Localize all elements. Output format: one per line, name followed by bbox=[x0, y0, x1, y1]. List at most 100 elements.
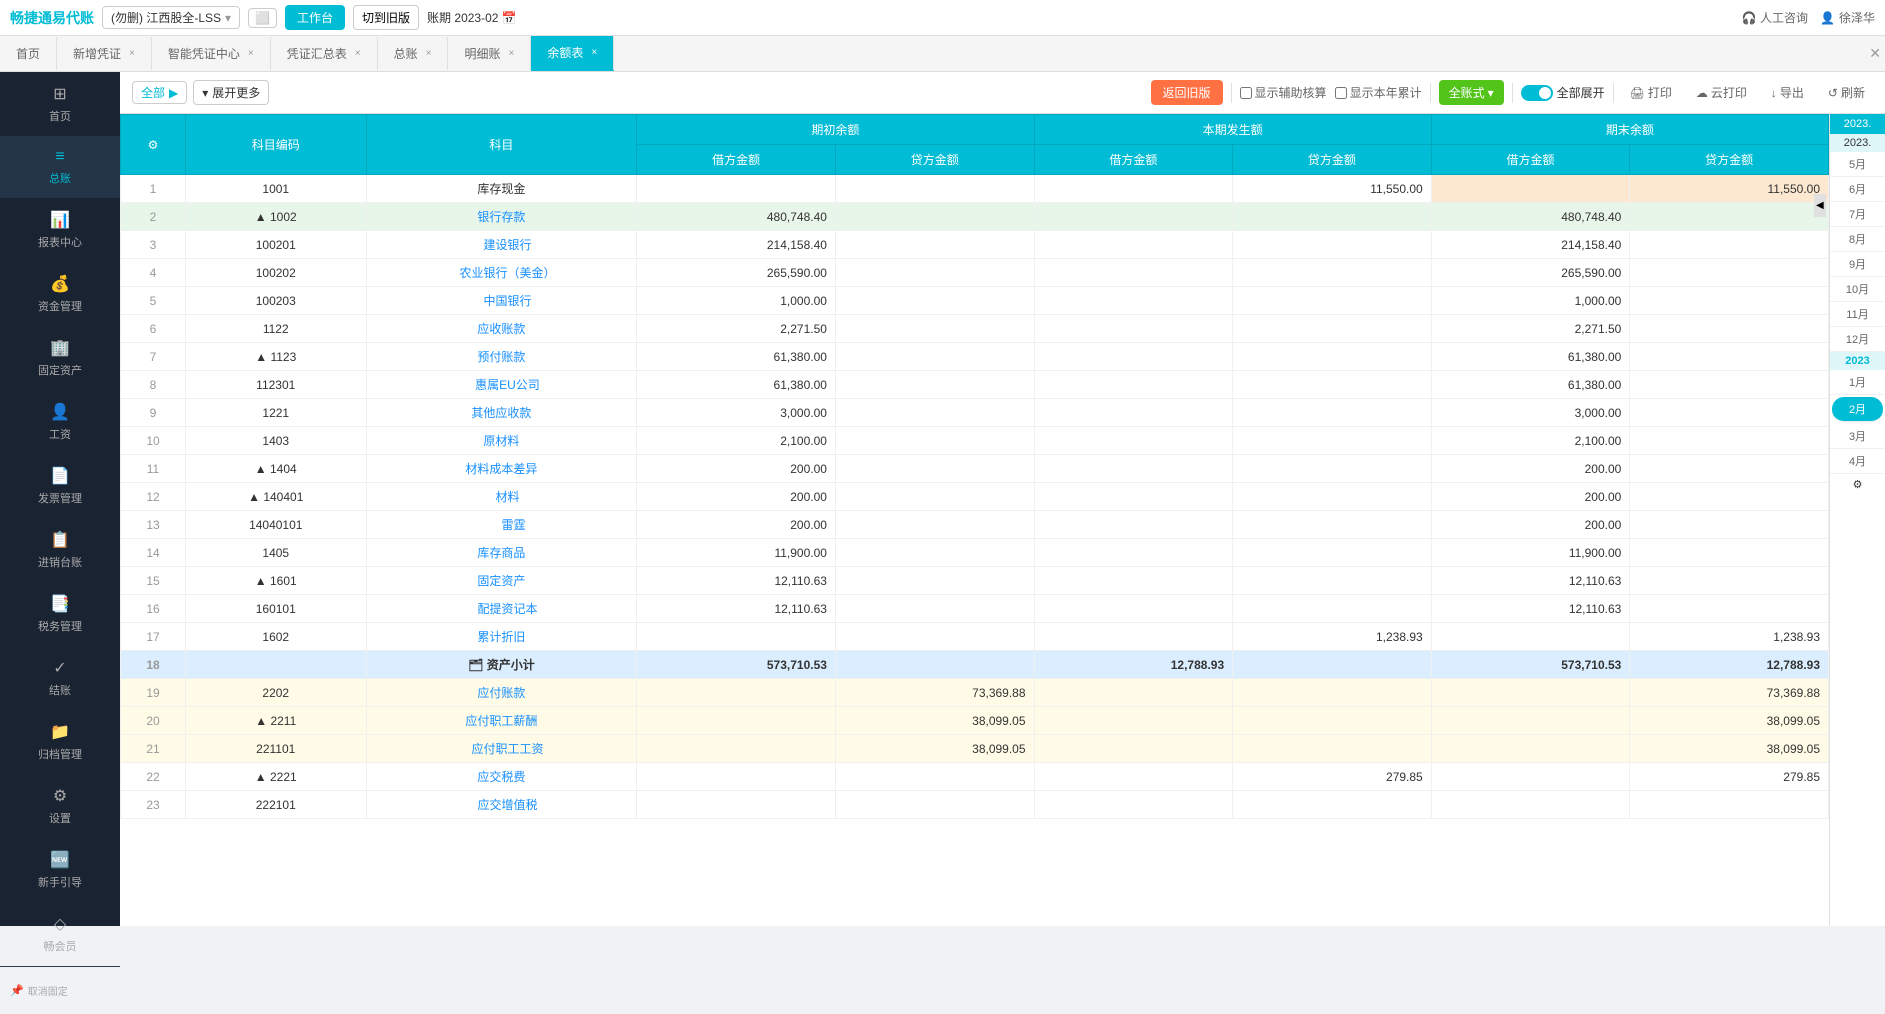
row-name[interactable]: 原材料 bbox=[366, 427, 637, 455]
tab-new-voucher[interactable]: 新增凭证 × bbox=[57, 37, 152, 70]
account-name-link[interactable]: 应收账款 bbox=[477, 322, 525, 336]
tab-home[interactable]: 首页 bbox=[0, 37, 57, 70]
export-button[interactable]: ↓ 导出 bbox=[1763, 80, 1812, 105]
right-panel-month-1[interactable]: 1月 bbox=[1830, 370, 1885, 395]
sidebar-item-close[interactable]: ✓ 结账 bbox=[0, 646, 120, 710]
expand-more-button[interactable]: ▾ 展开更多 bbox=[193, 80, 269, 105]
right-panel-month-4[interactable]: 4月 bbox=[1830, 449, 1885, 474]
cloud-print-button[interactable]: ☁ 云打印 bbox=[1688, 80, 1755, 105]
sidebar-item-invoice[interactable]: 📄 发票管理 bbox=[0, 454, 120, 518]
row-name[interactable]: 应付职工工资 bbox=[366, 735, 637, 763]
account-name-link[interactable]: 材料 bbox=[495, 490, 519, 504]
account-name-link[interactable]: 预付账款 bbox=[477, 350, 525, 364]
account-name-link[interactable]: 惠属EU公司 bbox=[475, 378, 540, 392]
account-name-link[interactable]: 库存商品 bbox=[477, 546, 525, 560]
sidebar-item-guide[interactable]: 🆕 新手引导 bbox=[0, 838, 120, 902]
right-panel-month-2[interactable]: 2月 bbox=[1832, 397, 1883, 422]
tab-close-voucher-summary[interactable]: × bbox=[355, 48, 361, 59]
tab-balance[interactable]: 余额表 × bbox=[531, 36, 614, 71]
sidebar-item-sales[interactable]: 📋 进销台账 bbox=[0, 518, 120, 582]
row-name[interactable]: 应付账款 bbox=[366, 679, 637, 707]
sidebar-item-archive[interactable]: 📁 归档管理 bbox=[0, 710, 120, 774]
expand-all-toggle[interactable]: 全部展开 bbox=[1521, 84, 1605, 101]
sidebar-item-ledger[interactable]: ≡ 总账 bbox=[0, 136, 120, 198]
account-name-link[interactable]: 其他应收款 bbox=[471, 406, 531, 420]
row-name[interactable]: 固定资产 bbox=[366, 567, 637, 595]
account-name-link[interactable]: 应付账款 bbox=[477, 686, 525, 700]
refresh-button[interactable]: ↺ 刷新 bbox=[1820, 80, 1873, 105]
right-panel-month-8[interactable]: 8月 bbox=[1830, 227, 1885, 252]
tab-detail[interactable]: 明细账 × bbox=[448, 37, 531, 70]
row-name[interactable]: 应收账款 bbox=[366, 315, 637, 343]
row-name[interactable]: 其他应收款 bbox=[366, 399, 637, 427]
show-aux-checkbox[interactable]: 显示辅助核算 bbox=[1240, 84, 1327, 101]
account-name-link[interactable]: 中国银行 bbox=[483, 294, 531, 308]
tab-ledger[interactable]: 总账 × bbox=[378, 37, 449, 70]
row-name[interactable]: 应付职工薪酬 bbox=[366, 707, 637, 735]
right-panel-month-5[interactable]: 5月 bbox=[1830, 152, 1885, 177]
format-button[interactable]: 全账式 ▾ bbox=[1439, 80, 1504, 105]
right-panel-month-7[interactable]: 7月 bbox=[1830, 202, 1885, 227]
row-name[interactable]: 惠属EU公司 bbox=[366, 371, 637, 399]
sidebar-item-home[interactable]: ⊞ 首页 bbox=[0, 72, 120, 136]
sidebar-item-reports[interactable]: 📊 报表中心 bbox=[0, 198, 120, 262]
account-name-link[interactable]: 累计折旧 bbox=[477, 630, 525, 644]
tab-close-new-voucher[interactable]: × bbox=[129, 48, 135, 59]
row-name[interactable]: 中国银行 bbox=[366, 287, 637, 315]
copy-button[interactable]: ⬜ bbox=[248, 8, 277, 28]
right-panel-settings-icon[interactable]: ⚙ bbox=[1830, 474, 1885, 495]
row-name[interactable]: 雷霆 bbox=[366, 511, 637, 539]
row-name[interactable]: 配提资记本 bbox=[366, 595, 637, 623]
tab-close-smart-voucher[interactable]: × bbox=[248, 48, 254, 59]
row-name[interactable]: 农业银行（美金） bbox=[366, 259, 637, 287]
sidebar-item-member[interactable]: ◇ 畅会员 bbox=[0, 902, 120, 966]
sidebar-item-payroll[interactable]: 👤 工资 bbox=[0, 390, 120, 454]
sidebar-item-unpin[interactable]: 📌 取消固定 bbox=[0, 975, 120, 1006]
row-name[interactable]: 应交增值税 bbox=[366, 791, 637, 819]
account-name-link[interactable]: 银行存款 bbox=[477, 210, 525, 224]
row-name[interactable]: 预付账款 bbox=[366, 343, 637, 371]
expand-all-switch[interactable] bbox=[1521, 85, 1553, 101]
account-name-link[interactable]: 应付职工薪酬 bbox=[465, 714, 537, 728]
close-all-tabs-button[interactable]: ✕ bbox=[1869, 45, 1881, 62]
right-panel-month-3[interactable]: 3月 bbox=[1830, 424, 1885, 449]
right-panel-month-6[interactable]: 6月 bbox=[1830, 177, 1885, 202]
sidebar-item-capital[interactable]: 💰 资金管理 bbox=[0, 262, 120, 326]
ytd-checkbox-input[interactable] bbox=[1335, 87, 1347, 99]
row-name[interactable]: 建设银行 bbox=[366, 231, 637, 259]
row-name[interactable]: 库存商品 bbox=[366, 539, 637, 567]
row-name[interactable]: 材料成本差异 bbox=[366, 455, 637, 483]
sidebar-item-settings[interactable]: ⚙ 设置 bbox=[0, 774, 120, 838]
tab-close-balance[interactable]: × bbox=[591, 47, 597, 58]
account-name-link[interactable]: 应交税费 bbox=[477, 770, 525, 784]
switch-version-button[interactable]: 切到旧版 bbox=[353, 5, 419, 30]
th-gear[interactable]: ⚙ bbox=[121, 115, 186, 175]
account-name-link[interactable]: 雷霆 bbox=[501, 518, 525, 532]
row-name[interactable]: 累计折旧 bbox=[366, 623, 637, 651]
row-name[interactable]: 应交税费 bbox=[366, 763, 637, 791]
account-name-link[interactable]: 固定资产 bbox=[477, 574, 525, 588]
account-name-link[interactable]: 农业银行（美金） bbox=[459, 266, 555, 280]
account-name-link[interactable]: 原材料 bbox=[483, 434, 519, 448]
account-name-link[interactable]: 配提资记本 bbox=[477, 602, 537, 616]
row-name[interactable]: 材料 bbox=[366, 483, 637, 511]
right-panel-month-11[interactable]: 11月 bbox=[1830, 302, 1885, 327]
tab-smart-voucher[interactable]: 智能凭证中心 × bbox=[152, 37, 271, 70]
tab-close-ledger[interactable]: × bbox=[426, 48, 432, 59]
sidebar-item-fixed-assets[interactable]: 🏢 固定资产 bbox=[0, 326, 120, 390]
print-button[interactable]: 🖨 打印 bbox=[1622, 80, 1680, 105]
right-panel-month-9[interactable]: 9月 bbox=[1830, 252, 1885, 277]
account-name-link[interactable]: 应付职工工资 bbox=[471, 742, 543, 756]
tab-voucher-summary[interactable]: 凭证汇总表 × bbox=[271, 37, 378, 70]
show-ytd-checkbox[interactable]: 显示本年累计 bbox=[1335, 84, 1422, 101]
consult-link[interactable]: 🎧 人工咨询 bbox=[1742, 9, 1808, 26]
right-panel-month-10[interactable]: 10月 bbox=[1830, 277, 1885, 302]
right-panel-month-12[interactable]: 12月 bbox=[1830, 327, 1885, 352]
account-name-link[interactable]: 建设银行 bbox=[483, 238, 531, 252]
return-old-version-button[interactable]: 返回旧版 bbox=[1151, 80, 1223, 105]
account-name-link[interactable]: 应交增值税 bbox=[477, 798, 537, 812]
tab-close-detail[interactable]: × bbox=[508, 48, 514, 59]
workspace-button[interactable]: 工作台 bbox=[285, 5, 345, 30]
account-name-link[interactable]: 材料成本差异 bbox=[465, 462, 537, 476]
right-panel-toggle-button[interactable]: ◀ bbox=[1814, 194, 1826, 217]
